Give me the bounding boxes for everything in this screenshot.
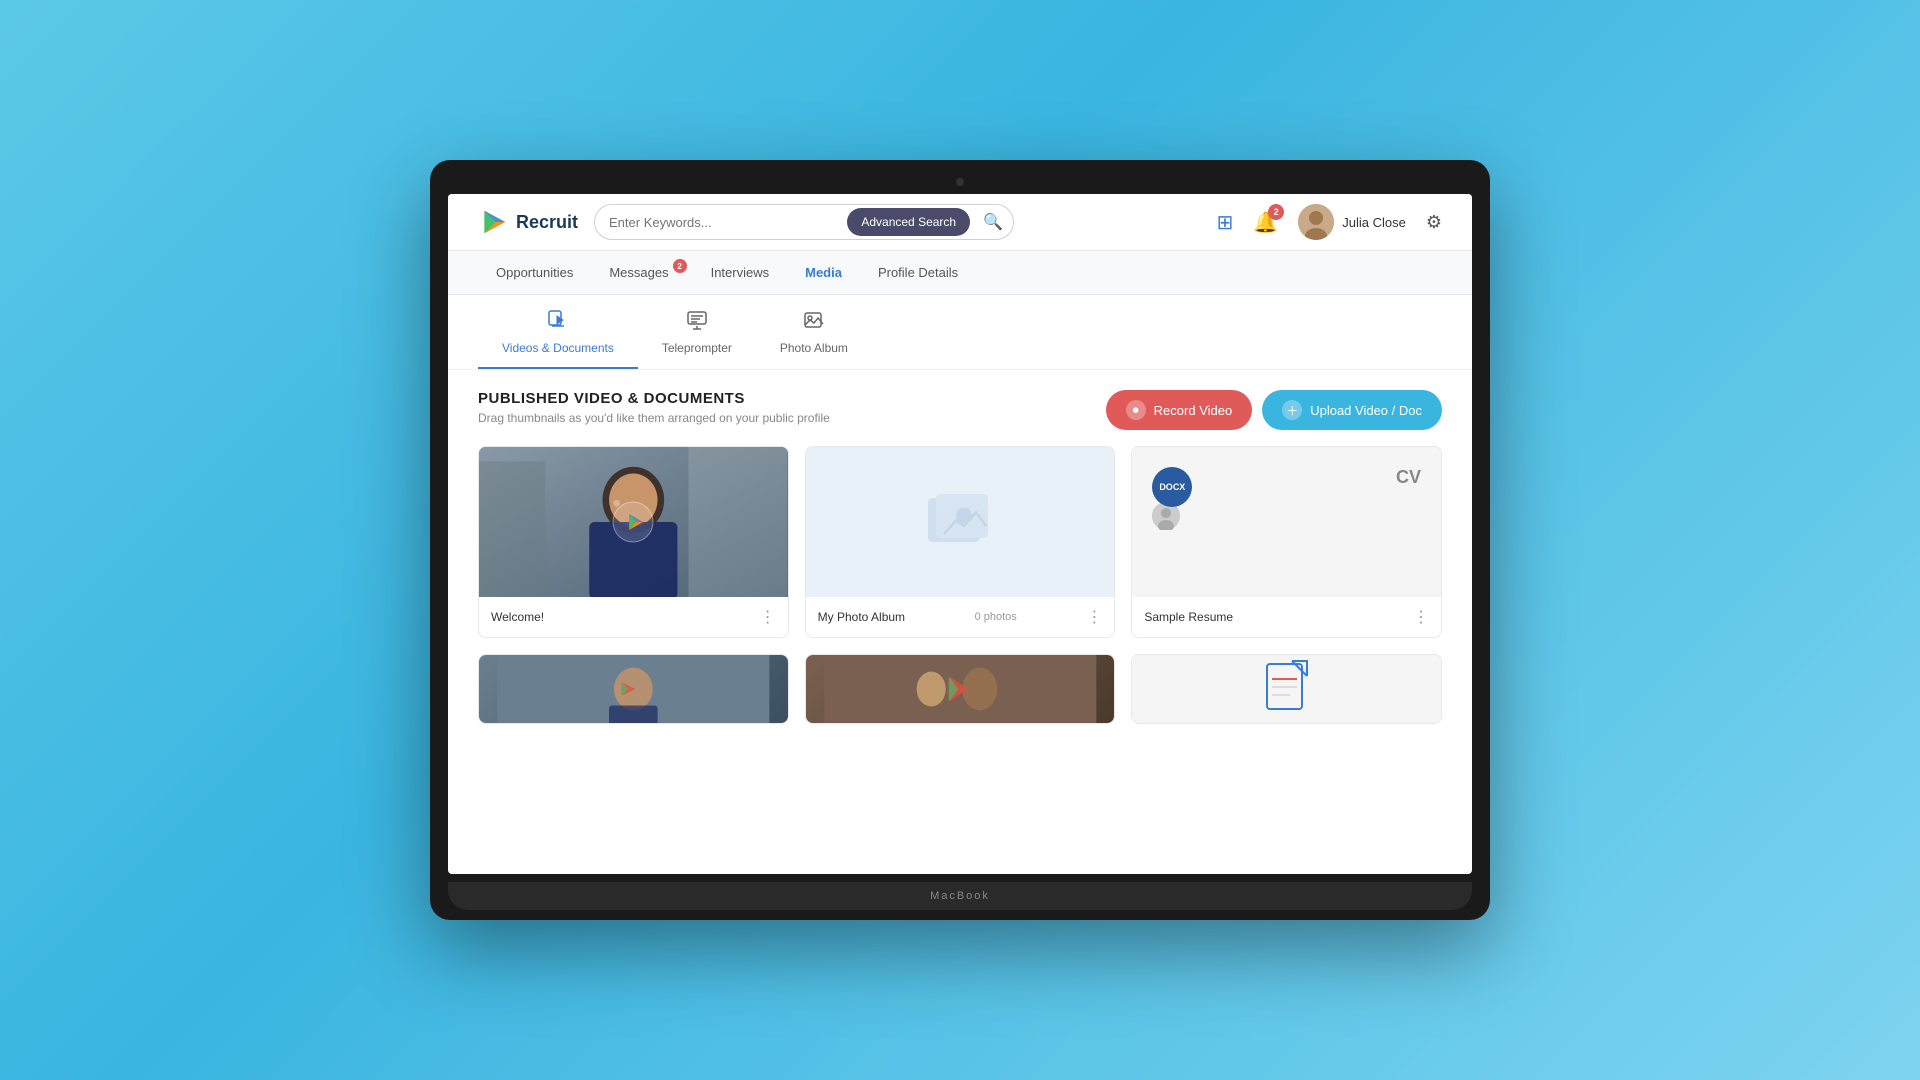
nav-item-interviews[interactable]: Interviews — [693, 251, 788, 294]
laptop-camera — [956, 178, 964, 186]
nav-label-interviews: Interviews — [711, 265, 770, 280]
notification-area[interactable]: 🔔 2 — [1253, 210, 1278, 235]
cv-avatar-row — [1152, 502, 1188, 552]
record-video-button[interactable]: ⏺ Record Video — [1106, 390, 1253, 430]
nav-item-opportunities[interactable]: Opportunities — [478, 251, 591, 294]
user-area[interactable]: Julia Close — [1298, 204, 1406, 240]
nav-item-profile-details[interactable]: Profile Details — [860, 251, 976, 294]
main-nav: Opportunities Messages 2 Interviews Medi… — [448, 251, 1472, 295]
photo-thumbnail — [806, 447, 1115, 597]
doc-menu-button[interactable]: ⋮ — [1413, 607, 1429, 627]
laptop-screen: Recruit Advanced Search 🔍 ⊞ 🔔 2 — [448, 194, 1472, 874]
record-icon: ⏺ — [1126, 400, 1146, 420]
tab-photo-album-label: Photo Album — [780, 341, 848, 355]
avatar — [1298, 204, 1334, 240]
search-input[interactable] — [595, 208, 844, 237]
nav-item-media[interactable]: Media — [787, 251, 860, 294]
video-card-footer: Welcome! ⋮ — [479, 597, 788, 637]
doc-title: Sample Resume — [1144, 610, 1233, 624]
partial-thumb-2 — [806, 655, 1115, 723]
video-thumbnail — [479, 447, 788, 597]
header-right: ⊞ 🔔 2 Julia C — [1217, 204, 1442, 240]
doc-thumbnail: DOCX CV — [1132, 447, 1441, 597]
logo-area: Recruit — [478, 206, 578, 238]
nav-item-messages[interactable]: Messages 2 — [591, 251, 692, 294]
video-title: Welcome! — [491, 610, 544, 624]
photo-menu-button[interactable]: ⋮ — [1086, 607, 1102, 627]
advanced-search-button[interactable]: Advanced Search — [847, 208, 970, 236]
settings-icon[interactable]: ⚙ — [1426, 212, 1442, 233]
upload-icon: ＋ — [1282, 400, 1302, 420]
nav-label-profile-details: Profile Details — [878, 265, 958, 280]
media-grid-row2 — [478, 654, 1442, 724]
photo-album-icon — [803, 309, 825, 337]
tab-videos-documents-label: Videos & Documents — [502, 341, 614, 355]
teleprompter-icon — [686, 309, 708, 337]
section-title-area: PUBLISHED VIDEO & DOCUMENTS Drag thumbna… — [478, 390, 830, 425]
videos-documents-icon — [547, 309, 569, 337]
tab-videos-documents[interactable]: Videos & Documents — [478, 295, 638, 369]
tab-teleprompter-label: Teleprompter — [662, 341, 732, 355]
nav-label-messages: Messages — [609, 265, 668, 280]
app-header: Recruit Advanced Search 🔍 ⊞ 🔔 2 — [448, 194, 1472, 251]
video-bg — [479, 447, 788, 597]
media-card-photo: My Photo Album 0 photos ⋮ — [805, 446, 1116, 638]
avatar-image — [1298, 204, 1334, 240]
photo-meta: 0 photos — [975, 611, 1017, 623]
cv-label: CV — [1396, 467, 1421, 488]
doc-card-footer: Sample Resume ⋮ — [1132, 597, 1441, 637]
video-menu-button[interactable]: ⋮ — [760, 607, 776, 627]
messages-badge: 2 — [673, 259, 687, 273]
search-button[interactable]: 🔍 — [973, 212, 1013, 232]
media-card-doc: DOCX CV — [1131, 446, 1442, 638]
sub-nav: Videos & Documents Teleprompter — [448, 295, 1472, 370]
grid-icon[interactable]: ⊞ — [1217, 210, 1234, 235]
user-name: Julia Close — [1342, 215, 1406, 230]
nav-label-media: Media — [805, 265, 842, 280]
section-title: PUBLISHED VIDEO & DOCUMENTS — [478, 390, 830, 407]
upload-video-button[interactable]: ＋ Upload Video / Doc — [1262, 390, 1442, 430]
tab-photo-album[interactable]: Photo Album — [756, 295, 872, 369]
logo-text: Recruit — [516, 212, 578, 233]
partial-thumb-3 — [1132, 655, 1441, 723]
laptop-base: MacBook — [448, 882, 1472, 910]
media-card-partial-1 — [478, 654, 789, 724]
tab-teleprompter[interactable]: Teleprompter — [638, 295, 756, 369]
laptop-brand: MacBook — [930, 890, 990, 902]
docx-badge: DOCX — [1152, 467, 1192, 507]
play-button-overlay[interactable] — [611, 500, 655, 544]
media-card-video: Welcome! ⋮ — [478, 446, 789, 638]
media-grid: Welcome! ⋮ My Phot — [478, 446, 1442, 638]
search-area: Advanced Search 🔍 — [594, 204, 1014, 240]
photo-placeholder-icon — [920, 482, 1000, 562]
section-subtitle: Drag thumbnails as you'd like them arran… — [478, 411, 830, 425]
partial-thumb-1 — [479, 655, 788, 723]
media-card-partial-2 — [805, 654, 1116, 724]
doc-preview: DOCX CV — [1142, 457, 1431, 587]
nav-label-opportunities: Opportunities — [496, 265, 573, 280]
laptop-frame: Recruit Advanced Search 🔍 ⊞ 🔔 2 — [430, 160, 1490, 920]
notification-badge: 2 — [1268, 204, 1284, 220]
media-card-partial-3 — [1131, 654, 1442, 724]
photo-card-footer: My Photo Album 0 photos ⋮ — [806, 597, 1115, 637]
section-header: PUBLISHED VIDEO & DOCUMENTS Drag thumbna… — [478, 390, 1442, 430]
photo-title: My Photo Album — [818, 610, 905, 624]
action-buttons: ⏺ Record Video ＋ Upload Video / Doc — [1106, 390, 1442, 430]
logo-icon — [478, 206, 510, 238]
content-area: PUBLISHED VIDEO & DOCUMENTS Drag thumbna… — [448, 370, 1472, 744]
